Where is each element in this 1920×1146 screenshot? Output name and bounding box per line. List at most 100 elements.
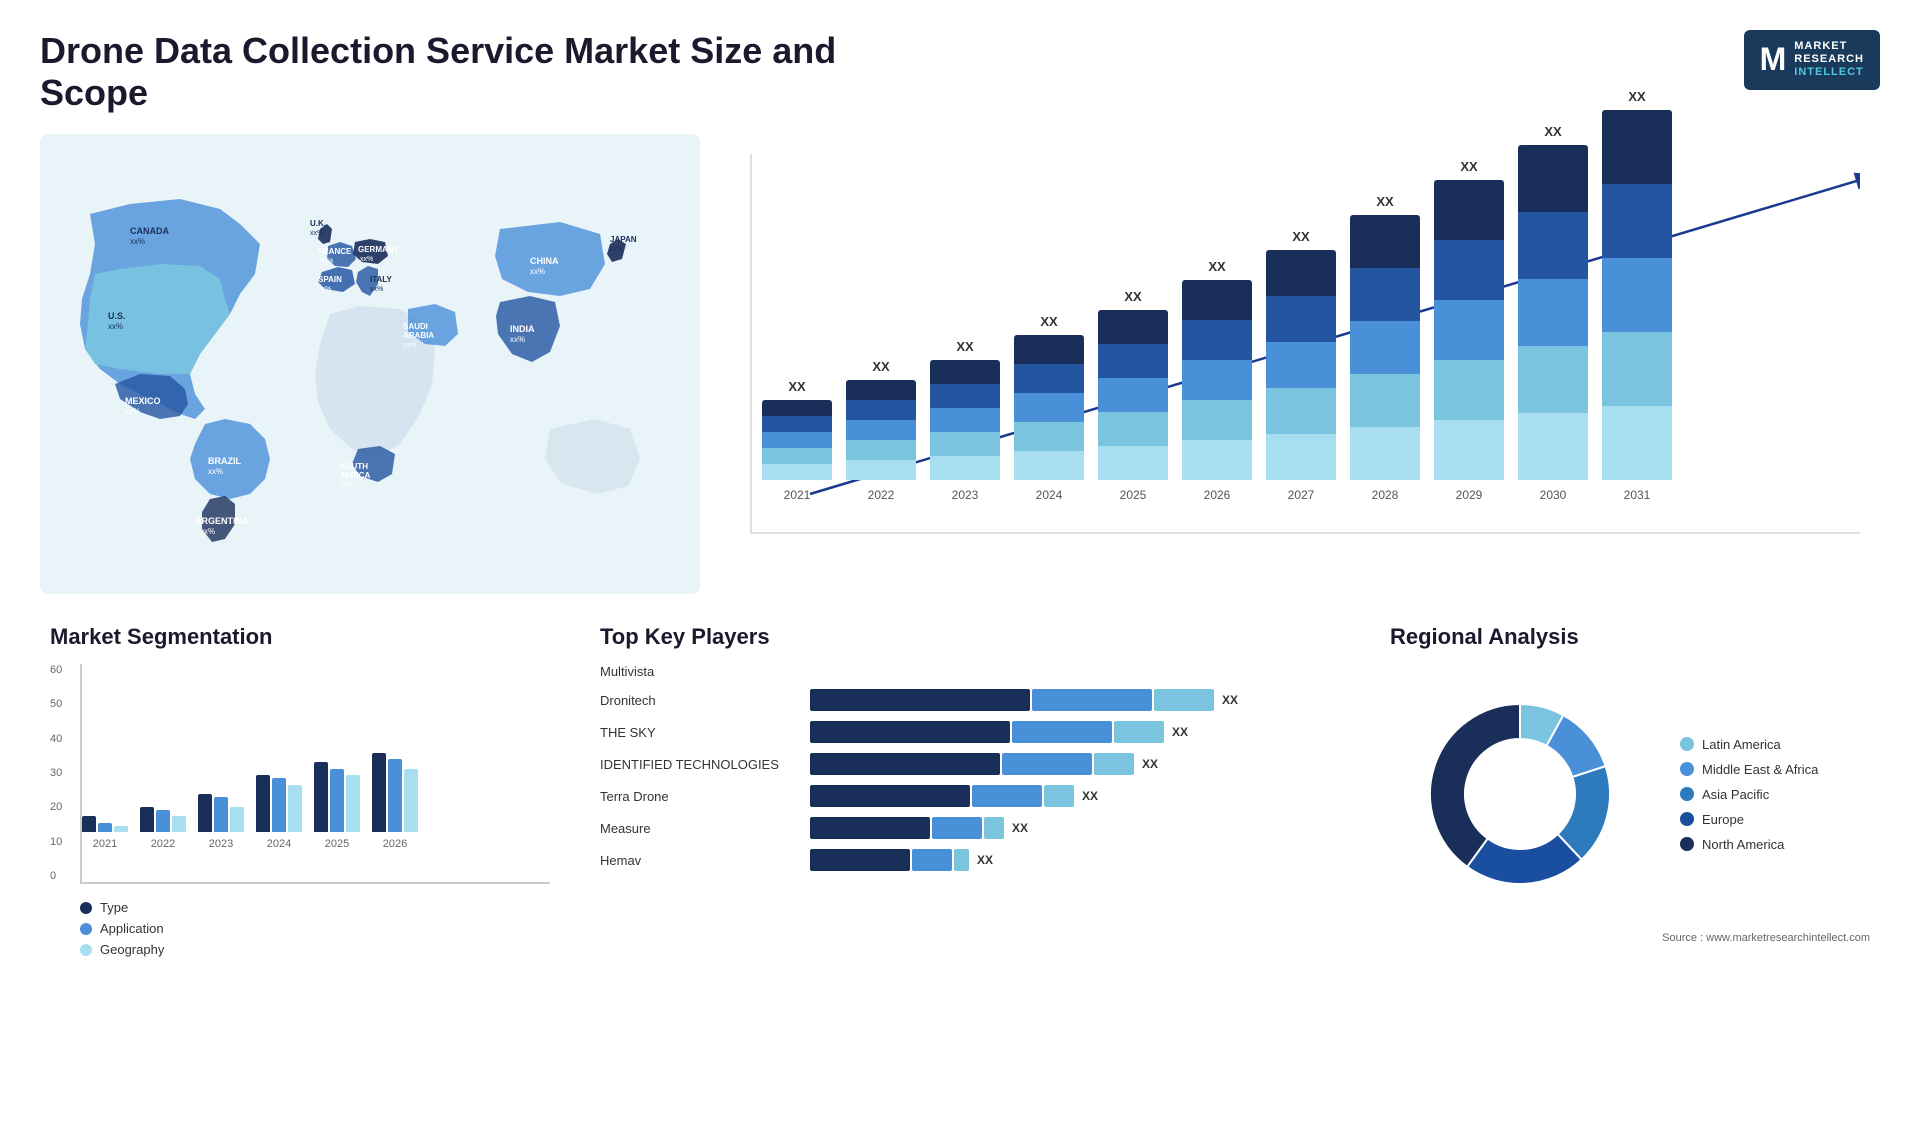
region-dot	[1680, 812, 1694, 826]
growth-bar-segment	[1014, 393, 1084, 422]
growth-bar-segment	[762, 416, 832, 432]
player-bar-segment	[810, 849, 910, 871]
player-xx-label: XX	[1222, 693, 1238, 707]
growth-bar-segment	[846, 400, 916, 420]
player-bar-segment	[810, 817, 930, 839]
seg-group: 2023	[198, 794, 244, 852]
seg-bar	[140, 807, 154, 832]
seg-group: 2024	[256, 775, 302, 852]
donut-container: Latin America Middle East & Africa Asia …	[1390, 664, 1870, 924]
logo-box: M MARKET RESEARCH INTELLECT	[1744, 30, 1880, 90]
player-bar-segment	[1002, 753, 1092, 775]
player-bars: XX	[810, 689, 1340, 711]
region-label: Latin America	[1702, 737, 1781, 752]
growth-bar-segment	[1266, 250, 1336, 296]
seg-legend-item: Geography	[80, 942, 550, 957]
seg-x-label: 2025	[325, 838, 349, 850]
growth-bar-segment	[1266, 342, 1336, 388]
growth-bar-label: XX	[1124, 289, 1141, 304]
growth-year-label: 2025	[1120, 488, 1147, 502]
player-bar-segment	[1012, 721, 1112, 743]
growth-bar-segment	[1602, 110, 1672, 184]
growth-bar-segment	[1182, 320, 1252, 360]
svg-text:xx%: xx%	[125, 407, 140, 416]
logo-area: M MARKET RESEARCH INTELLECT	[1744, 30, 1880, 90]
growth-bar-segment	[1602, 258, 1672, 332]
region-legend-item: Middle East & Africa	[1680, 762, 1818, 777]
source-text: Source : www.marketresearchintellect.com	[1390, 932, 1870, 944]
player-bars: XX	[810, 849, 1340, 871]
growth-bar-label: XX	[1460, 159, 1477, 174]
growth-year-label: 2024	[1036, 488, 1063, 502]
region-legend-item: Europe	[1680, 812, 1818, 827]
growth-bar-segment	[1014, 335, 1084, 364]
growth-bar-segment	[1518, 346, 1588, 413]
growth-bar-segment	[1182, 440, 1252, 480]
growth-bar-group: XX2023	[930, 339, 1000, 502]
player-name: Terra Drone	[600, 789, 800, 804]
player-bars: XX	[810, 785, 1340, 807]
legend-label: Application	[100, 921, 164, 936]
player-name: Multivista	[600, 664, 800, 679]
growth-bar-segment	[1098, 412, 1168, 446]
seg-x-label: 2026	[383, 838, 407, 850]
growth-bar-segment	[1182, 400, 1252, 440]
seg-y-label: 10	[50, 836, 62, 848]
seg-bar	[98, 823, 112, 833]
growth-bar-segment	[762, 400, 832, 416]
svg-text:CANADA: CANADA	[130, 226, 169, 236]
growth-bar-group: XX 2025	[1098, 289, 1168, 502]
region-legend-item: Asia Pacific	[1680, 787, 1818, 802]
seg-y-labels: 0102030405060	[50, 664, 62, 882]
growth-bar-segment	[1602, 184, 1672, 258]
player-bar-segment	[810, 689, 1030, 711]
seg-bar	[214, 797, 228, 832]
growth-chart: XX2021XX2022XX2023XX2024XX2025XX2026XX20…	[750, 154, 1860, 534]
svg-text:xx%: xx%	[510, 335, 525, 344]
growth-bar-label: XX	[1544, 124, 1561, 139]
svg-text:SAUDI: SAUDI	[403, 322, 428, 331]
legend-dot	[80, 923, 92, 935]
svg-text:BRAZIL: BRAZIL	[208, 456, 241, 466]
seg-bar	[388, 759, 402, 832]
svg-text:U.S.: U.S.	[108, 311, 126, 321]
player-bar-segment	[984, 817, 1004, 839]
growth-bar-segment	[1350, 321, 1420, 374]
svg-text:xx%: xx%	[360, 256, 373, 263]
player-bars: XX	[810, 753, 1340, 775]
logo-letter: M	[1760, 41, 1787, 78]
player-row: MeasureXX	[600, 817, 1340, 839]
player-xx-label: XX	[1172, 725, 1188, 739]
seg-y-label: 20	[50, 801, 62, 813]
region-label: Asia Pacific	[1702, 787, 1769, 802]
svg-text:SOUTH: SOUTH	[340, 462, 368, 471]
svg-text:ARABIA: ARABIA	[403, 331, 434, 340]
player-row: HemavXX	[600, 849, 1340, 871]
growth-year-label: 2028	[1372, 488, 1399, 502]
player-row: IDENTIFIED TECHNOLOGIESXX	[600, 753, 1340, 775]
page-title: Drone Data Collection Service Market Siz…	[40, 30, 940, 114]
seg-bar	[82, 816, 96, 832]
growth-bar-segment	[930, 456, 1000, 480]
growth-bar-segment	[1266, 296, 1336, 342]
growth-bar-segment	[930, 432, 1000, 456]
player-row: Multivista	[600, 664, 1340, 679]
svg-text:xx%: xx%	[370, 286, 383, 293]
region-legend-item: Latin America	[1680, 737, 1818, 752]
player-bar-segment	[1094, 753, 1134, 775]
regional-legend: Latin America Middle East & Africa Asia …	[1680, 737, 1818, 852]
player-name: THE SKY	[600, 725, 800, 740]
growth-year-label: 2023	[952, 488, 979, 502]
svg-text:INDIA: INDIA	[510, 324, 535, 334]
player-bar-segment	[1044, 785, 1074, 807]
seg-bar	[198, 794, 212, 832]
growth-bar-segment	[762, 448, 832, 464]
growth-bar-group: XX2027	[1266, 229, 1336, 502]
player-row: THE SKY XX	[600, 721, 1340, 743]
seg-bar	[114, 826, 128, 832]
svg-text:xx%: xx%	[310, 230, 323, 237]
growth-bar-segment	[1434, 300, 1504, 360]
player-xx-label: XX	[1082, 789, 1098, 803]
growth-bar-group: XX2031	[1602, 89, 1672, 502]
growth-bar-segment	[1434, 420, 1504, 480]
